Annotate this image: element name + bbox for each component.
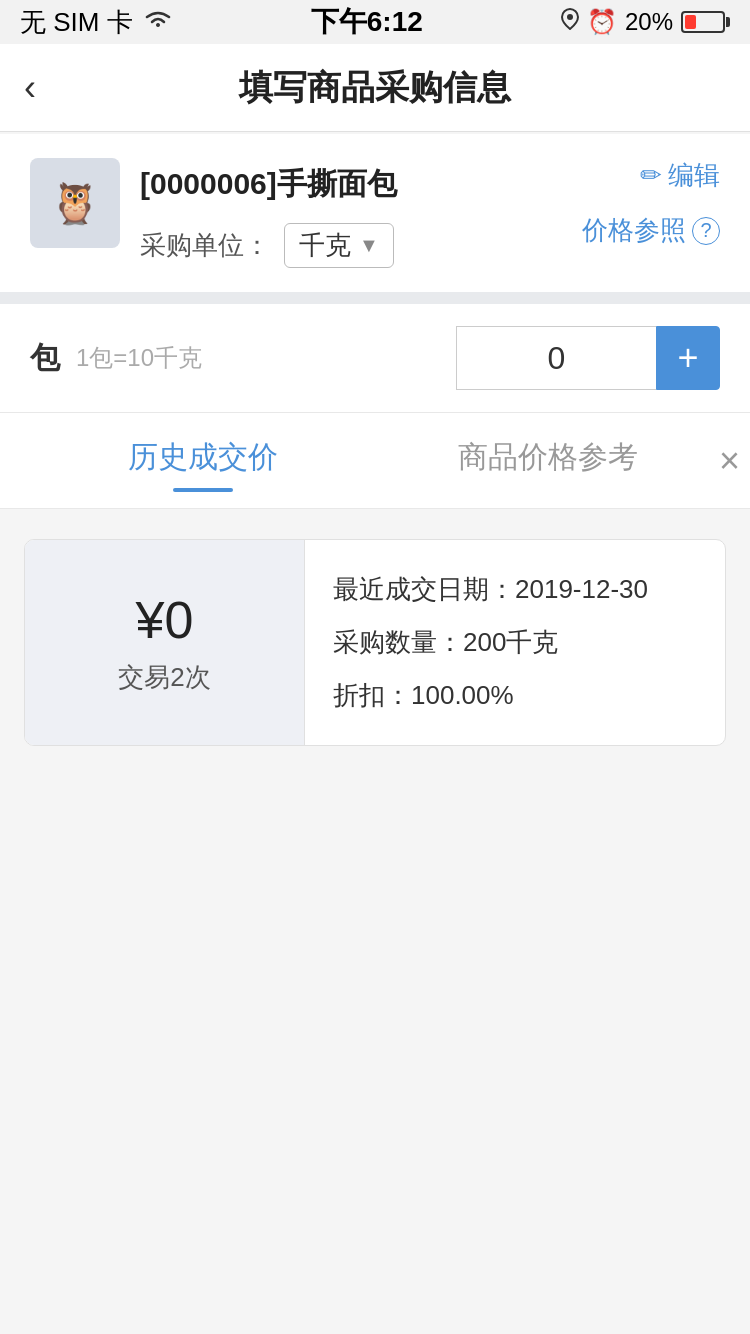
status-right: ⏰ 20% [561,8,730,36]
quantity-hint: 1包=10千克 [76,342,202,374]
purchase-qty-row: 采购数量：200千克 [333,623,697,662]
nav-bar: ‹ 填写商品采购信息 [0,44,750,132]
edit-button[interactable]: ✏ 编辑 [640,158,720,193]
svg-point-0 [567,14,573,20]
price-display: ¥0 [136,590,194,650]
help-icon: ? [692,217,720,245]
content-area: ¥0 交易2次 最近成交日期：2019-12-30 采购数量：200千克 折扣：… [0,509,750,1109]
recent-date-value: 2019-12-30 [515,574,648,604]
status-left: 无 SIM 卡 [20,5,173,40]
product-left: 🦉 [0000006]手撕面包 采购单位： 千克 ▼ [30,158,397,268]
product-logo-icon: 🦉 [50,180,100,227]
quantity-row: 包 1包=10千克 0 + [0,304,750,413]
price-summary-left: ¥0 交易2次 [25,540,305,745]
unit-row: 采购单位： 千克 ▼ [140,223,397,268]
purchase-qty-label: 采购数量： [333,627,463,657]
carrier-label: 无 SIM 卡 [20,5,133,40]
recent-date-label: 最近成交日期： [333,574,515,604]
product-name: [0000006]手撕面包 [140,164,397,205]
unit-value: 千克 [299,228,351,263]
section-divider [0,292,750,304]
unit-selector[interactable]: 千克 ▼ [284,223,394,268]
tab-price-reference-label: 商品价格参考 [458,437,638,478]
product-card: 🦉 [0000006]手撕面包 采购单位： 千克 ▼ ✏ 编辑 价格参照 [0,134,750,292]
page-title: 填写商品采购信息 [239,65,511,111]
recent-date-row: 最近成交日期：2019-12-30 [333,570,697,609]
currency-symbol: ¥ [136,591,165,649]
product-info: [0000006]手撕面包 采购单位： 千克 ▼ [140,158,397,268]
price-ref-label: 价格参照 [582,213,686,248]
back-button[interactable]: ‹ [24,67,36,109]
edit-label: 编辑 [668,158,720,193]
tabs-container: 历史成交价 商品价格参考 × [0,413,750,509]
trade-count: 交易2次 [118,660,210,695]
tab-price-reference[interactable]: 商品价格参考 [375,413,720,508]
tab-history-price-label: 历史成交价 [128,437,278,478]
purchase-qty-value: 200千克 [463,627,558,657]
status-time: 下午6:12 [311,3,423,41]
alarm-icon: ⏰ [587,8,617,36]
quantity-input[interactable]: 0 [456,326,656,390]
product-right: ✏ 编辑 价格参照 ? [582,158,720,248]
quantity-right: 0 + [456,326,720,390]
plus-icon: + [677,337,698,379]
edit-icon: ✏ [640,160,662,191]
quantity-value: 0 [548,340,566,377]
discount-label: 折扣： [333,680,411,710]
dropdown-arrow-icon: ▼ [359,234,379,257]
quantity-unit: 包 [30,338,60,379]
status-bar: 无 SIM 卡 下午6:12 ⏰ 20% [0,0,750,44]
price-history-card: ¥0 交易2次 最近成交日期：2019-12-30 采购数量：200千克 折扣：… [24,539,726,746]
product-thumbnail: 🦉 [30,158,120,248]
tab-active-indicator [173,488,233,492]
location-icon [561,8,579,36]
price-value: 0 [165,591,194,649]
wifi-icon [143,7,173,38]
battery-icon [681,11,730,33]
discount-row: 折扣：100.00% [333,676,697,715]
tab-history-price[interactable]: 历史成交价 [30,413,375,508]
battery-percent: 20% [625,8,673,36]
quantity-left: 包 1包=10千克 [30,338,202,379]
tab-close-button[interactable]: × [709,430,750,492]
unit-label: 采购单位： [140,228,270,263]
quantity-plus-button[interactable]: + [656,326,720,390]
price-reference-button[interactable]: 价格参照 ? [582,213,720,248]
price-details-right: 最近成交日期：2019-12-30 采购数量：200千克 折扣：100.00% [305,540,725,745]
discount-value: 100.00% [411,680,514,710]
